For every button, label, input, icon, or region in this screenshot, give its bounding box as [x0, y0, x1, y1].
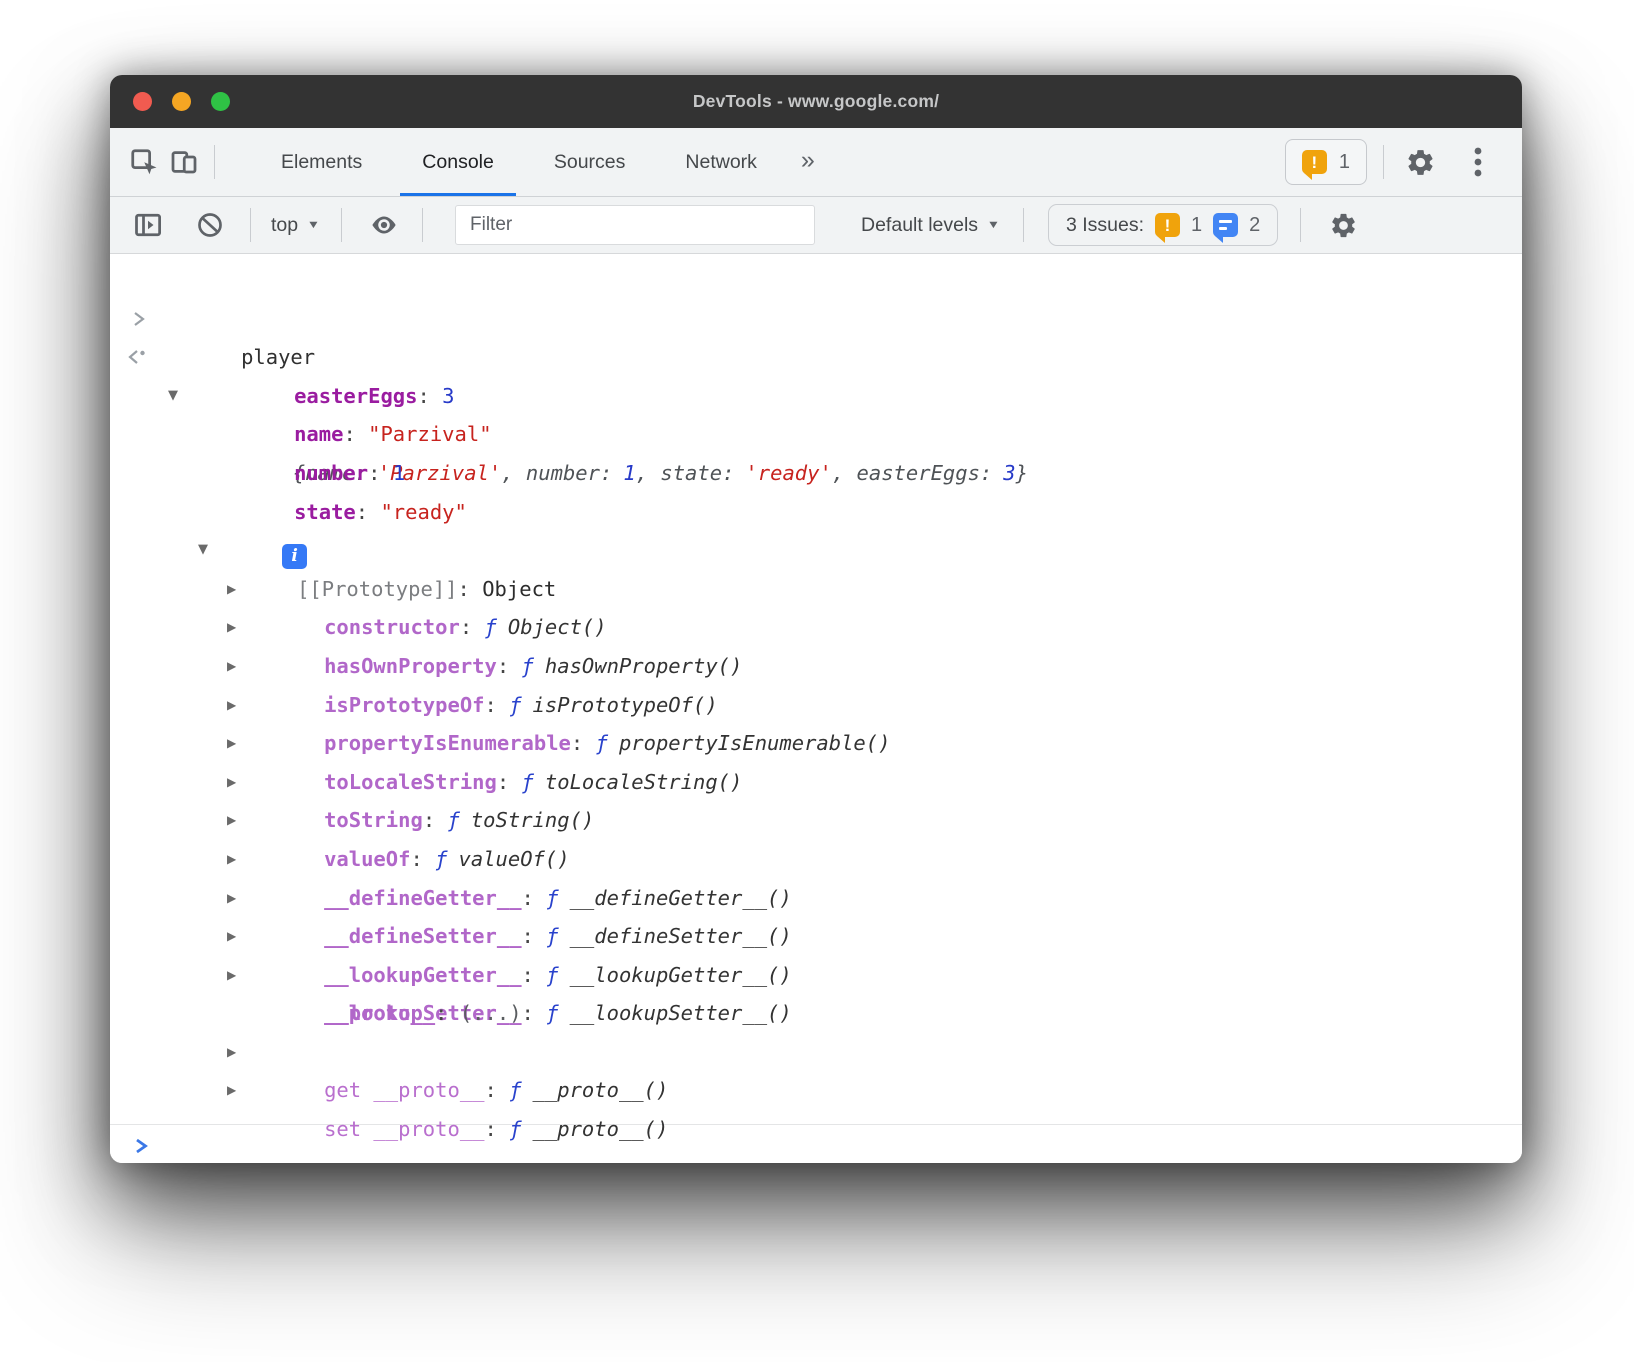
function-symbol: ƒ: [509, 1117, 521, 1141]
proto-method-row: ▶ propertyIsEnumerable: ƒpropertyIsEnume…: [110, 647, 1522, 686]
property-row: number: 1: [110, 415, 1522, 454]
issue-error-bubble-icon: !: [1155, 213, 1180, 237]
property-row: name: "Parzival": [110, 377, 1522, 416]
proto-method-row: ▶ toString: ƒtoString(): [110, 724, 1522, 763]
inspect-element-button[interactable]: [124, 140, 164, 184]
console-output: player ▼ {name:'Parzival', number:1, sta…: [110, 254, 1522, 1124]
devtools-menu-button[interactable]: [1458, 140, 1498, 184]
issue-message-count: 2: [1249, 214, 1260, 237]
context-selector-label: top: [271, 214, 298, 237]
panel-tabs: Elements Console Sources Network »: [251, 128, 829, 196]
console-sidebar-icon: [133, 210, 163, 240]
accessor-row: ▶ get __proto__: ƒ__proto__(): [110, 994, 1522, 1033]
proto-method-row: ▶ isPrototypeOf: ƒisPrototypeOf(): [110, 608, 1522, 647]
tab-network[interactable]: Network: [655, 128, 787, 196]
window-title: DevTools - www.google.com/: [110, 91, 1522, 112]
more-tabs-button[interactable]: »: [787, 146, 829, 175]
proto-method-row: ▶ constructor: ƒObject(): [110, 531, 1522, 570]
filter-input[interactable]: [455, 205, 815, 245]
toolbar-divider: [422, 208, 423, 242]
proto-method-row: ▶ __defineGetter__: ƒ__defineGetter__(): [110, 801, 1522, 840]
toolbar-divider: [1023, 208, 1024, 242]
function-symbol: ƒ: [509, 1078, 521, 1102]
property-row: easterEggs: 3: [110, 338, 1522, 377]
issues-button[interactable]: 3 Issues: ! 1 2: [1048, 204, 1278, 246]
device-toolbar-button[interactable]: [164, 140, 204, 184]
toolbar-divider: [1383, 145, 1384, 179]
settings-button[interactable]: [1400, 140, 1440, 184]
tab-elements[interactable]: Elements: [251, 128, 392, 196]
toolbar-divider: [214, 145, 215, 179]
eye-icon: [369, 210, 399, 240]
proto-method-row: ▶ __lookupSetter__: ƒ__lookupSetter__(): [110, 917, 1522, 956]
gear-icon: [1405, 147, 1436, 178]
accessor-row: ▶ set __proto__: ƒ__proto__(): [110, 1033, 1522, 1072]
console-sidebar-toggle[interactable]: [128, 203, 168, 247]
log-levels-label: Default levels: [861, 214, 978, 237]
issue-message-bubble-icon: [1213, 213, 1238, 237]
proto-method-row: ▶ __defineSetter__: ƒ__defineSetter__(): [110, 840, 1522, 879]
device-toolbar-icon: [169, 147, 199, 177]
console-settings-button[interactable]: [1323, 203, 1363, 247]
proto-method-row: ▶ hasOwnProperty: ƒhasOwnProperty(): [110, 570, 1522, 609]
console-input-echo-row: player: [110, 261, 1522, 300]
clear-console-button[interactable]: [190, 203, 230, 247]
issues-label: 3 Issues:: [1066, 214, 1144, 237]
error-bubble-icon: !: [1302, 150, 1327, 174]
proto-ellipsis-row: __proto__: (...): [110, 956, 1522, 995]
error-count: 1: [1339, 151, 1350, 174]
context-selector[interactable]: top ▼: [271, 214, 319, 237]
error-counter-button[interactable]: ! 1: [1285, 139, 1367, 185]
proto-method-row: ▶ valueOf: ƒvalueOf(): [110, 763, 1522, 802]
block-icon: [196, 211, 224, 239]
console-toolbar: top ▼ Default levels ▼ 3 Issues: ! 1: [110, 197, 1522, 254]
accessor-key: set __proto__: [324, 1117, 484, 1141]
disclosure-triangle-icon[interactable]: ▶: [227, 1071, 236, 1110]
accessor-key: get __proto__: [324, 1078, 484, 1102]
chevron-down-icon: ▼: [987, 219, 1001, 231]
proto-method-row: ▶ __lookupGetter__: ƒ__lookupGetter__(): [110, 879, 1522, 918]
tab-sources[interactable]: Sources: [524, 128, 656, 196]
tab-console[interactable]: Console: [392, 128, 524, 196]
title-bar: DevTools - www.google.com/: [110, 75, 1522, 128]
devtools-window: DevTools - www.google.com/ Elements Cons: [110, 75, 1522, 1163]
live-expression-button[interactable]: [364, 203, 404, 247]
inspect-cursor-icon: [129, 147, 159, 177]
chevron-down-icon: ▼: [307, 219, 321, 231]
gear-icon: [1329, 211, 1358, 240]
proto-method-row: ▶ toLocaleString: ƒtoLocaleString(): [110, 686, 1522, 725]
toolbar-divider: [341, 208, 342, 242]
function-name: __proto__(): [533, 1117, 669, 1141]
function-name: __proto__(): [533, 1078, 669, 1102]
console-result-row: ▼ {name:'Parzival', number:1, state:'rea…: [110, 300, 1522, 339]
main-toolbar: Elements Console Sources Network » ! 1: [110, 128, 1522, 197]
property-row: state: "ready": [110, 454, 1522, 493]
kebab-menu-icon: [1474, 146, 1482, 178]
toolbar-divider: [1300, 208, 1301, 242]
console-prompt-chevron-icon: [134, 1137, 149, 1155]
prototype-row: ▼ [[Prototype]]: Object: [110, 493, 1522, 532]
log-levels-selector[interactable]: Default levels ▼: [861, 214, 999, 237]
issue-error-count: 1: [1191, 214, 1202, 237]
toolbar-divider: [250, 208, 251, 242]
